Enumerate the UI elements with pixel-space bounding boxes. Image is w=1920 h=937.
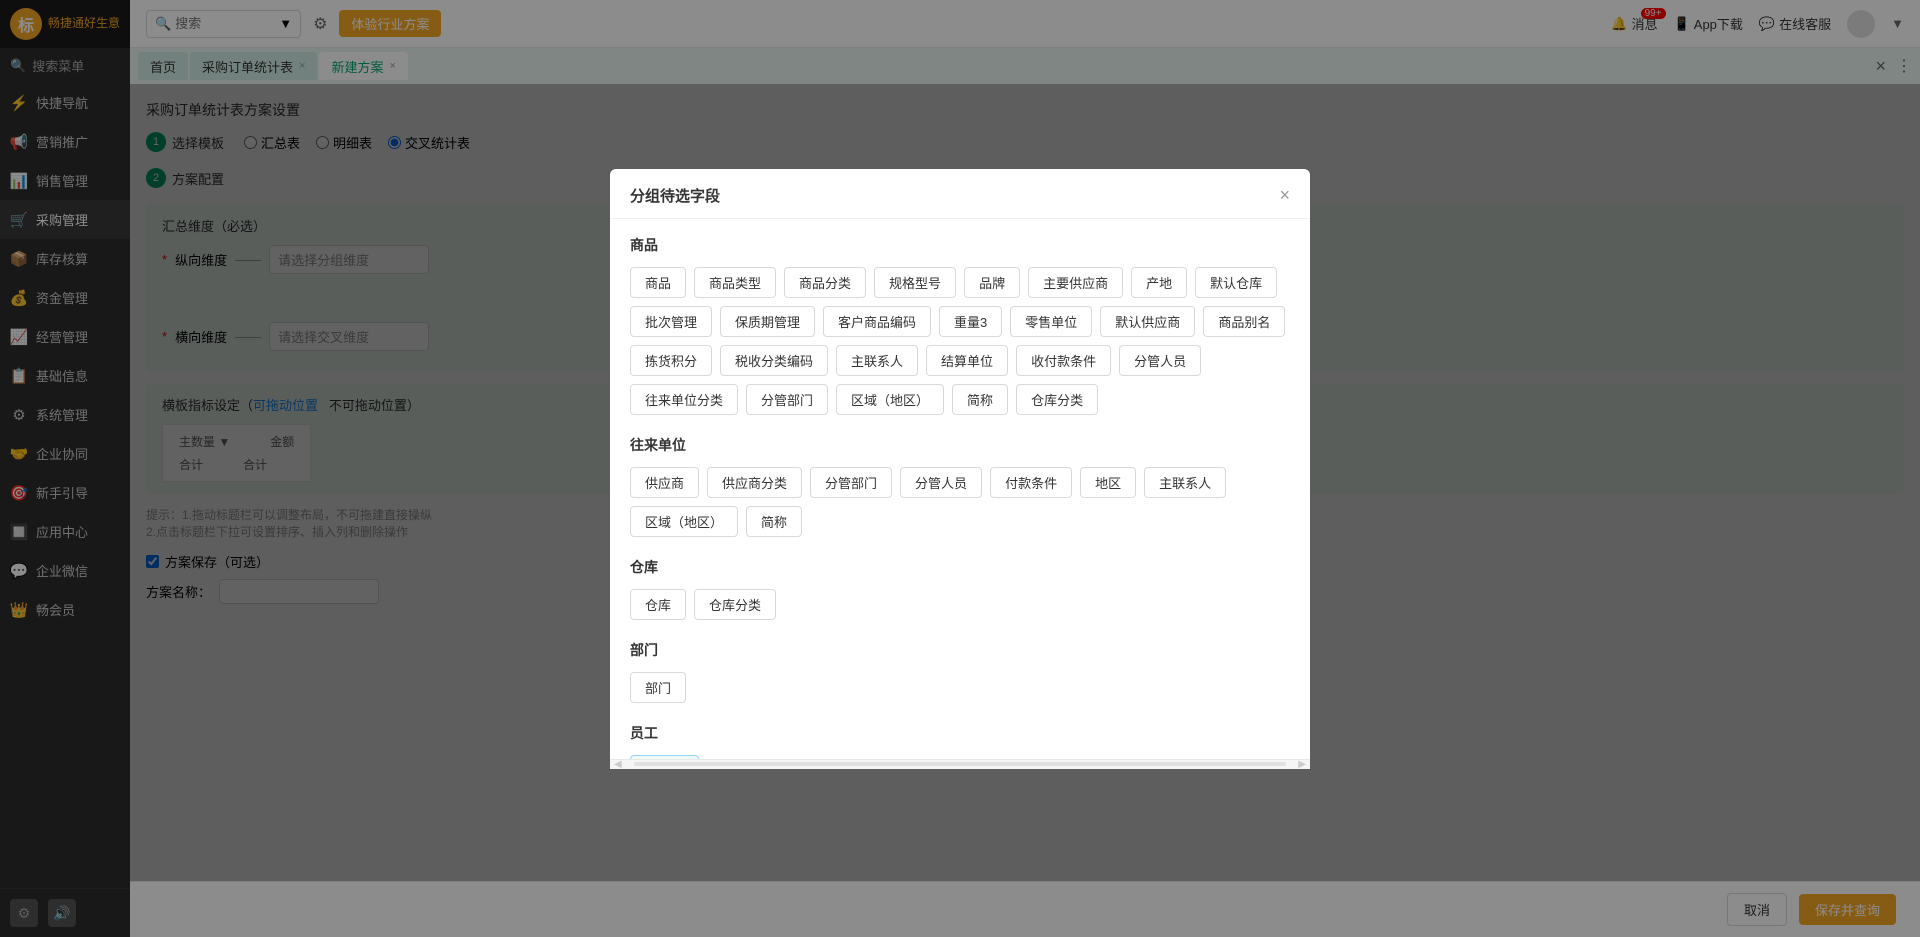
field-items-warehouse: 仓库仓库分类 xyxy=(630,589,1290,620)
field-group-title-partner: 往来单位 xyxy=(630,435,1290,455)
modal-body: 商品商品商品类型商品分类规格型号品牌主要供应商产地默认仓库批次管理保质期管理客户… xyxy=(610,219,1310,759)
field-item[interactable]: 税收分类编码 xyxy=(720,345,828,376)
field-item[interactable]: 保质期管理 xyxy=(720,306,815,337)
field-item[interactable]: 分管人员 xyxy=(1119,345,1201,376)
field-items-department: 部门 xyxy=(630,672,1290,703)
field-item[interactable]: 商品类型 xyxy=(694,267,776,298)
modal-title: 分组待选字段 xyxy=(630,185,720,206)
modal-hscroll-track xyxy=(634,762,1287,766)
field-group-product: 商品商品商品类型商品分类规格型号品牌主要供应商产地默认仓库批次管理保质期管理客户… xyxy=(630,235,1290,415)
field-item[interactable]: 规格型号 xyxy=(874,267,956,298)
field-item[interactable]: 供应商分类 xyxy=(707,467,802,498)
field-items-product: 商品商品类型商品分类规格型号品牌主要供应商产地默认仓库批次管理保质期管理客户商品… xyxy=(630,267,1290,415)
field-item[interactable]: 简称 xyxy=(746,506,802,537)
field-item[interactable]: 主联系人 xyxy=(1144,467,1226,498)
field-item[interactable]: 默认仓库 xyxy=(1195,267,1277,298)
field-group-employee: 员工业务员 xyxy=(630,723,1290,759)
field-selection-modal: 分组待选字段 × 商品商品商品类型商品分类规格型号品牌主要供应商产地默认仓库批次… xyxy=(610,169,1310,769)
modal-overlay: 分组待选字段 × 商品商品商品类型商品分类规格型号品牌主要供应商产地默认仓库批次… xyxy=(0,0,1920,937)
field-item[interactable]: 主联系人 xyxy=(836,345,918,376)
field-item[interactable]: 区域（地区） xyxy=(836,384,944,415)
modal-horizontal-scrollbar[interactable]: ◀ ▶ xyxy=(610,759,1310,769)
field-item[interactable]: 默认供应商 xyxy=(1100,306,1195,337)
field-item[interactable]: 分管部门 xyxy=(810,467,892,498)
field-item[interactable]: 部门 xyxy=(630,672,686,703)
field-item[interactable]: 简称 xyxy=(952,384,1008,415)
field-items-partner: 供应商供应商分类分管部门分管人员付款条件地区主联系人区域（地区） 简称 xyxy=(630,467,1290,537)
field-item[interactable]: 区域（地区） xyxy=(630,506,738,537)
field-group-title-employee: 员工 xyxy=(630,723,1290,743)
field-item[interactable]: 品牌 xyxy=(964,267,1020,298)
field-item[interactable]: 商品 xyxy=(630,267,686,298)
field-item[interactable]: 仓库分类 xyxy=(694,589,776,620)
field-item[interactable]: 拣货积分 xyxy=(630,345,712,376)
field-item[interactable]: 往来单位分类 xyxy=(630,384,738,415)
modal-close-button[interactable]: × xyxy=(1279,186,1290,204)
field-item[interactable]: 收付款条件 xyxy=(1016,345,1111,376)
field-item[interactable]: 客户商品编码 xyxy=(823,306,931,337)
field-item[interactable]: 商品分类 xyxy=(784,267,866,298)
field-item[interactable]: 分管部门 xyxy=(746,384,828,415)
field-item[interactable]: 商品别名 xyxy=(1203,306,1285,337)
field-item[interactable]: 付款条件 xyxy=(990,467,1072,498)
field-item[interactable]: 供应商 xyxy=(630,467,699,498)
field-group-title-department: 部门 xyxy=(630,640,1290,660)
field-group-title-product: 商品 xyxy=(630,235,1290,255)
field-item[interactable]: 地区 xyxy=(1080,467,1136,498)
field-item[interactable]: 仓库分类 xyxy=(1016,384,1098,415)
field-group-warehouse: 仓库仓库仓库分类 xyxy=(630,557,1290,620)
field-item[interactable]: 产地 xyxy=(1131,267,1187,298)
field-item[interactable]: 重量3 xyxy=(939,306,1002,337)
field-item[interactable]: 仓库 xyxy=(630,589,686,620)
field-item[interactable]: 主要供应商 xyxy=(1028,267,1123,298)
field-group-title-warehouse: 仓库 xyxy=(630,557,1290,577)
modal-header: 分组待选字段 × xyxy=(610,169,1310,219)
field-item[interactable]: 零售单位 xyxy=(1010,306,1092,337)
field-item[interactable]: 批次管理 xyxy=(630,306,712,337)
field-item[interactable]: 分管人员 xyxy=(900,467,982,498)
field-item[interactable]: 结算单位 xyxy=(926,345,1008,376)
field-group-department: 部门部门 xyxy=(630,640,1290,703)
field-group-partner: 往来单位供应商供应商分类分管部门分管人员付款条件地区主联系人区域（地区） 简称 xyxy=(630,435,1290,537)
